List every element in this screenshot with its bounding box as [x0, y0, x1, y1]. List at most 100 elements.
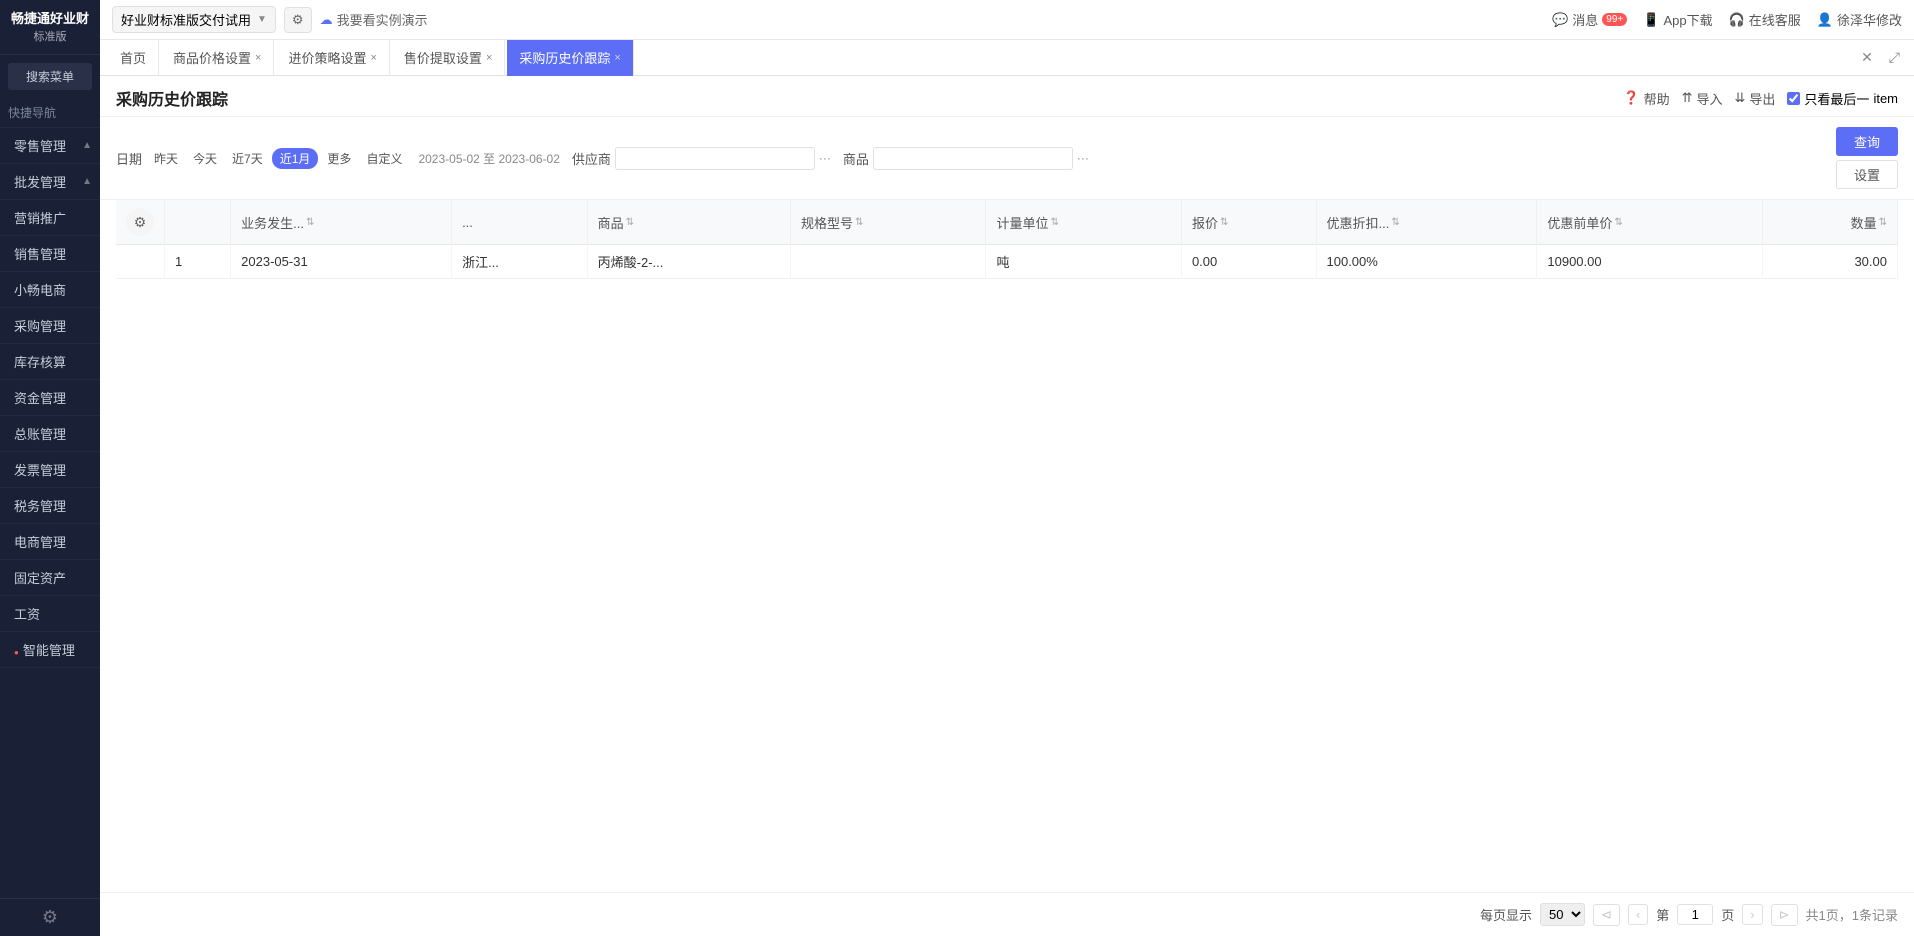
date-btn-yesterday[interactable]: 昨天 — [148, 148, 184, 169]
sidebar-item-marketing[interactable]: 营销推广 — [0, 200, 100, 236]
tab-purchase-history[interactable]: 采购历史价跟踪 × — [507, 40, 633, 76]
import-link[interactable]: ⇈ 导入 — [1682, 89, 1723, 108]
tab-close-icon[interactable]: × — [614, 52, 620, 64]
user-icon: 👤 — [1817, 12, 1833, 28]
per-page-select[interactable]: 50 — [1540, 903, 1585, 926]
page-input[interactable] — [1677, 904, 1713, 925]
sort-icon: ⇅ — [306, 217, 314, 228]
sidebar-item-finance[interactable]: 资金管理 — [0, 380, 100, 416]
tab-close-icon[interactable]: × — [370, 52, 376, 64]
version-dropdown-icon: ▼ — [257, 14, 267, 25]
page-header: 采购历史价跟踪 ❓ 帮助 ⇈ 导入 ⇊ 导出 只看最后一 item — [100, 76, 1914, 117]
sidebar-item-fixed-assets[interactable]: 固定资产 — [0, 560, 100, 596]
col-unit[interactable]: 计量单位 ⇅ — [986, 200, 1182, 245]
tab-home[interactable]: 首页 — [108, 40, 159, 76]
total-info: 共1页，1条记录 — [1806, 905, 1898, 924]
date-filter-group: 日期 昨天 今天 近7天 近1月 更多 自定义 2023-05-02 至 202… — [116, 148, 560, 169]
first-page-button[interactable]: ⊲ — [1593, 904, 1620, 926]
sidebar-item-ecommerce[interactable]: 电商管理 — [0, 524, 100, 560]
close-tab-button[interactable]: ✕ — [1855, 47, 1879, 68]
sidebar: 畅捷通好业财 标准版 搜索菜单 快捷导航 零售管理 ▲ 批发管理 ▲ 营销推广 … — [0, 0, 100, 936]
tab-sale-price[interactable]: 售价提取设置 × — [392, 40, 505, 76]
col-settings[interactable]: ⚙ — [116, 200, 165, 245]
query-button[interactable]: 查询 — [1836, 127, 1898, 156]
version-selector[interactable]: 好业财标准版交付试用 ▼ — [112, 6, 276, 33]
supplier-input[interactable] — [615, 147, 815, 170]
sidebar-item-purchase[interactable]: 采购管理 — [0, 308, 100, 344]
only-last-checkbox[interactable] — [1787, 92, 1800, 105]
sidebar-item-retail[interactable]: 零售管理 ▲ — [0, 128, 100, 164]
date-btn-last7[interactable]: 近7天 — [226, 148, 269, 169]
demo-link[interactable]: ☁ 我要看实例演示 — [320, 10, 428, 29]
per-page-label: 每页显示 — [1480, 905, 1532, 924]
page-header-actions: ❓ 帮助 ⇈ 导入 ⇊ 导出 只看最后一 item — [1623, 89, 1898, 108]
col-date[interactable]: 业务发生... ⇅ — [231, 200, 452, 245]
col-qty[interactable]: 数量 ⇅ — [1763, 200, 1898, 245]
settings-icon[interactable]: ⚙ — [42, 907, 58, 927]
tab-close-icon[interactable]: × — [486, 52, 492, 64]
page-area: 采购历史价跟踪 ❓ 帮助 ⇈ 导入 ⇊ 导出 只看最后一 item — [100, 76, 1914, 936]
item-text: item — [1873, 91, 1898, 106]
sidebar-item-wholesale[interactable]: 批发管理 ▲ — [0, 164, 100, 200]
sidebar-item-smart[interactable]: ●智能管理 — [0, 632, 100, 668]
online-service-button[interactable]: 🎧 在线客服 — [1729, 10, 1801, 29]
export-icon: ⇊ — [1735, 90, 1746, 106]
table-settings-icon[interactable]: ⚙ — [126, 208, 154, 236]
cell-product: 丙烯酸-2-... — [587, 245, 790, 279]
tab-purchase-strategy[interactable]: 进价策略设置 × — [276, 40, 389, 76]
product-filter-group: 商品 ··· — [843, 147, 1089, 170]
next-page-button[interactable]: › — [1742, 904, 1762, 925]
tab-close-icon[interactable]: × — [255, 52, 261, 64]
date-filter-label: 日期 — [116, 149, 142, 168]
sort-icon: ⇅ — [855, 217, 863, 228]
sidebar-settings[interactable]: ⚙ — [0, 898, 100, 936]
help-icon: ❓ — [1623, 90, 1639, 106]
last-page-button[interactable]: ⊳ — [1771, 904, 1798, 926]
col-quoted-price[interactable]: 报价 ⇅ — [1181, 200, 1316, 245]
sidebar-item-salary[interactable]: 工资 — [0, 596, 100, 632]
demo-icon: ☁ — [320, 12, 333, 28]
sidebar-search-area[interactable]: 搜索菜单 — [0, 55, 100, 98]
sidebar-item-general-ledger[interactable]: 总账管理 — [0, 416, 100, 452]
date-btn-today[interactable]: 今天 — [187, 148, 223, 169]
topbar-gear-button[interactable]: ⚙ — [284, 7, 312, 33]
date-btn-last1m[interactable]: 近1月 — [272, 148, 319, 169]
user-menu-button[interactable]: 👤 徐泽华修改 — [1817, 10, 1902, 29]
sidebar-item-tax[interactable]: 税务管理 — [0, 488, 100, 524]
date-btn-more[interactable]: 更多 — [321, 148, 357, 169]
export-link[interactable]: ⇊ 导出 — [1735, 89, 1776, 108]
tab-price-settings[interactable]: 商品价格设置 × — [161, 40, 274, 76]
sidebar-item-sales[interactable]: 销售管理 — [0, 236, 100, 272]
filter-settings-button[interactable]: 设置 — [1836, 160, 1898, 189]
app-download-button[interactable]: 📱 App下载 — [1643, 10, 1712, 29]
message-button[interactable]: 💬 消息 99+ — [1552, 10, 1627, 29]
only-last-checkbox-label[interactable]: 只看最后一 item — [1787, 89, 1898, 108]
maximize-tab-button[interactable]: ⤢ — [1883, 47, 1906, 68]
col-discount[interactable]: 优惠折扣... ⇅ — [1316, 200, 1537, 245]
message-icon: 💬 — [1552, 12, 1568, 28]
cell-unit: 吨 — [986, 245, 1182, 279]
sidebar-nav: 零售管理 ▲ 批发管理 ▲ 营销推广 销售管理 小畅电商 采购管理 库存核算 资… — [0, 128, 100, 898]
filter-bar: 日期 昨天 今天 近7天 近1月 更多 自定义 2023-05-02 至 202… — [100, 117, 1914, 200]
main-area: 好业财标准版交付试用 ▼ ⚙ ☁ 我要看实例演示 💬 消息 99+ 📱 App下… — [100, 0, 1914, 936]
prev-page-button[interactable]: ‹ — [1628, 904, 1648, 925]
sidebar-item-inventory[interactable]: 库存核算 — [0, 344, 100, 380]
col-spec[interactable]: 规格型号 ⇅ — [790, 200, 986, 245]
import-icon: ⇈ — [1682, 90, 1693, 106]
search-menu-button[interactable]: 搜索菜单 — [8, 63, 92, 90]
help-link[interactable]: ❓ 帮助 — [1623, 89, 1669, 108]
sidebar-item-ecommerce-small[interactable]: 小畅电商 — [0, 272, 100, 308]
cell-pre-discount-price: 10900.00 — [1537, 245, 1763, 279]
product-input[interactable] — [873, 147, 1073, 170]
date-btn-custom[interactable]: 自定义 — [360, 148, 408, 169]
supplier-more-button[interactable]: ··· — [819, 151, 831, 165]
date-buttons: 昨天 今天 近7天 近1月 更多 自定义 — [148, 148, 408, 169]
col-more[interactable]: ... — [452, 200, 588, 245]
table-row: 1 2023-05-31 浙江... 丙烯酸-2-... 吨 0.00 100.… — [116, 245, 1898, 279]
col-product[interactable]: 商品 ⇅ — [587, 200, 790, 245]
sidebar-item-invoice[interactable]: 发票管理 — [0, 452, 100, 488]
col-pre-discount-price[interactable]: 优惠前单价 ⇅ — [1537, 200, 1763, 245]
product-more-button[interactable]: ··· — [1077, 151, 1089, 165]
cell-date: 2023-05-31 — [231, 245, 452, 279]
topbar: 好业财标准版交付试用 ▼ ⚙ ☁ 我要看实例演示 💬 消息 99+ 📱 App下… — [100, 0, 1914, 40]
